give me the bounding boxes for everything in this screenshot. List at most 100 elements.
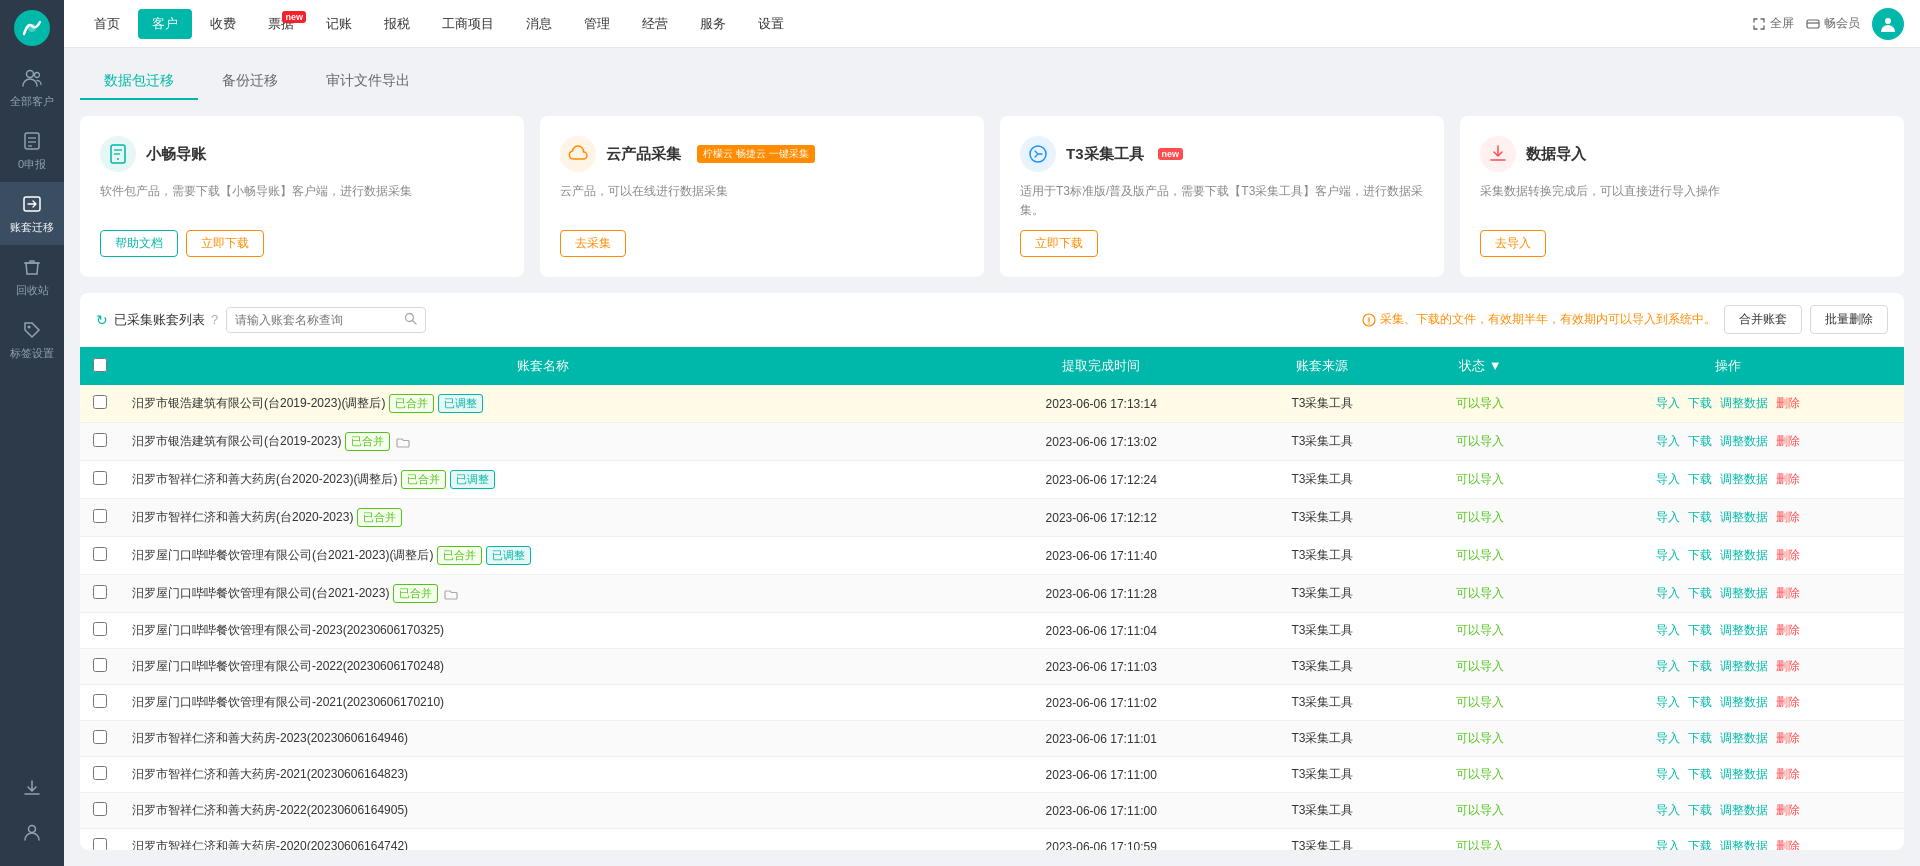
nav-invoice[interactable]: 票据 new bbox=[254, 9, 308, 39]
action-下载-10[interactable]: 下载 bbox=[1688, 767, 1712, 781]
nav-clients[interactable]: 客户 bbox=[138, 9, 192, 39]
nav-operations[interactable]: 经营 bbox=[628, 9, 682, 39]
nav-settings[interactable]: 设置 bbox=[744, 9, 798, 39]
sidebar-item-trash[interactable]: 回收站 bbox=[0, 245, 64, 308]
app-logo[interactable] bbox=[12, 8, 52, 48]
row-7-checkbox[interactable] bbox=[93, 658, 107, 672]
nav-fees[interactable]: 收费 bbox=[196, 9, 250, 39]
action-下载-7[interactable]: 下载 bbox=[1688, 659, 1712, 673]
help-icon[interactable]: ? bbox=[211, 312, 218, 327]
action-删除-11[interactable]: 删除 bbox=[1776, 803, 1800, 817]
action-调整数据-7[interactable]: 调整数据 bbox=[1720, 659, 1768, 673]
row-6-checkbox[interactable] bbox=[93, 622, 107, 636]
col-status[interactable]: 状态 ▼ bbox=[1408, 347, 1552, 385]
action-调整数据-3[interactable]: 调整数据 bbox=[1720, 510, 1768, 524]
action-下载-5[interactable]: 下载 bbox=[1688, 586, 1712, 600]
row-9-checkbox[interactable] bbox=[93, 730, 107, 744]
row-11-checkbox[interactable] bbox=[93, 802, 107, 816]
nav-business[interactable]: 工商项目 bbox=[428, 9, 508, 39]
action-下载-1[interactable]: 下载 bbox=[1688, 434, 1712, 448]
action-删除-10[interactable]: 删除 bbox=[1776, 767, 1800, 781]
merge-accounts-btn[interactable]: 合并账套 bbox=[1724, 305, 1802, 334]
search-button[interactable] bbox=[396, 308, 425, 332]
row-0-checkbox[interactable] bbox=[93, 395, 107, 409]
nav-accounting[interactable]: 记账 bbox=[312, 9, 366, 39]
action-下载-6[interactable]: 下载 bbox=[1688, 623, 1712, 637]
action-下载-8[interactable]: 下载 bbox=[1688, 695, 1712, 709]
col-time[interactable]: 提取完成时间 bbox=[966, 347, 1237, 385]
row-8-checkbox[interactable] bbox=[93, 694, 107, 708]
action-调整数据-2[interactable]: 调整数据 bbox=[1720, 472, 1768, 486]
action-下载-3[interactable]: 下载 bbox=[1688, 510, 1712, 524]
refresh-icon[interactable]: ↻ bbox=[96, 312, 108, 328]
sidebar-item-account-migration[interactable]: 账套迁移 bbox=[0, 182, 64, 245]
col-name[interactable]: 账套名称 bbox=[120, 347, 966, 385]
action-下载-4[interactable]: 下载 bbox=[1688, 548, 1712, 562]
xiaochang-download-btn[interactable]: 立即下载 bbox=[186, 230, 264, 257]
nav-services[interactable]: 服务 bbox=[686, 9, 740, 39]
action-导入-3[interactable]: 导入 bbox=[1656, 510, 1680, 524]
nav-home[interactable]: 首页 bbox=[80, 9, 134, 39]
nav-manage[interactable]: 管理 bbox=[570, 9, 624, 39]
row-1-checkbox[interactable] bbox=[93, 433, 107, 447]
action-调整数据-11[interactable]: 调整数据 bbox=[1720, 803, 1768, 817]
action-导入-7[interactable]: 导入 bbox=[1656, 659, 1680, 673]
batch-delete-btn[interactable]: 批量删除 bbox=[1810, 305, 1888, 334]
action-下载-9[interactable]: 下载 bbox=[1688, 731, 1712, 745]
action-删除-0[interactable]: 删除 bbox=[1776, 396, 1800, 410]
col-source[interactable]: 账套来源 bbox=[1237, 347, 1409, 385]
action-调整数据-6[interactable]: 调整数据 bbox=[1720, 623, 1768, 637]
fullscreen-btn[interactable]: 全屏 bbox=[1752, 15, 1794, 32]
xiaochang-help-btn[interactable]: 帮助文档 bbox=[100, 230, 178, 257]
action-删除-9[interactable]: 删除 bbox=[1776, 731, 1800, 745]
action-下载-12[interactable]: 下载 bbox=[1688, 839, 1712, 850]
row-3-checkbox[interactable] bbox=[93, 509, 107, 523]
row-2-checkbox[interactable] bbox=[93, 471, 107, 485]
sidebar-item-all-clients[interactable]: 全部客户 bbox=[0, 56, 64, 119]
nav-messages[interactable]: 消息 bbox=[512, 9, 566, 39]
action-删除-7[interactable]: 删除 bbox=[1776, 659, 1800, 673]
action-导入-1[interactable]: 导入 bbox=[1656, 434, 1680, 448]
action-导入-0[interactable]: 导入 bbox=[1656, 396, 1680, 410]
action-导入-12[interactable]: 导入 bbox=[1656, 839, 1680, 850]
row-4-checkbox[interactable] bbox=[93, 547, 107, 561]
action-导入-4[interactable]: 导入 bbox=[1656, 548, 1680, 562]
action-删除-2[interactable]: 删除 bbox=[1776, 472, 1800, 486]
action-导入-2[interactable]: 导入 bbox=[1656, 472, 1680, 486]
action-调整数据-12[interactable]: 调整数据 bbox=[1720, 839, 1768, 850]
action-导入-5[interactable]: 导入 bbox=[1656, 586, 1680, 600]
select-all-checkbox[interactable] bbox=[93, 358, 107, 372]
action-删除-5[interactable]: 删除 bbox=[1776, 586, 1800, 600]
sidebar-item-download[interactable] bbox=[16, 766, 48, 810]
row-12-checkbox[interactable] bbox=[93, 838, 107, 850]
cloud-badge[interactable]: 柠檬云 畅捷云 一键采集 bbox=[697, 145, 815, 163]
action-调整数据-10[interactable]: 调整数据 bbox=[1720, 767, 1768, 781]
cloud-collect-btn[interactable]: 去采集 bbox=[560, 230, 626, 257]
action-导入-6[interactable]: 导入 bbox=[1656, 623, 1680, 637]
action-调整数据-5[interactable]: 调整数据 bbox=[1720, 586, 1768, 600]
sidebar-item-user-settings[interactable] bbox=[16, 810, 48, 854]
action-下载-2[interactable]: 下载 bbox=[1688, 472, 1712, 486]
action-删除-1[interactable]: 删除 bbox=[1776, 434, 1800, 448]
import-go-btn[interactable]: 去导入 bbox=[1480, 230, 1546, 257]
action-下载-11[interactable]: 下载 bbox=[1688, 803, 1712, 817]
tab-backup-migration[interactable]: 备份迁移 bbox=[198, 64, 302, 100]
action-删除-3[interactable]: 删除 bbox=[1776, 510, 1800, 524]
sidebar-item-zero-declare[interactable]: 0申报 bbox=[0, 119, 64, 182]
action-导入-9[interactable]: 导入 bbox=[1656, 731, 1680, 745]
action-导入-8[interactable]: 导入 bbox=[1656, 695, 1680, 709]
action-删除-8[interactable]: 删除 bbox=[1776, 695, 1800, 709]
sidebar-item-tag-settings[interactable]: 标签设置 bbox=[0, 308, 64, 371]
action-调整数据-9[interactable]: 调整数据 bbox=[1720, 731, 1768, 745]
action-删除-4[interactable]: 删除 bbox=[1776, 548, 1800, 562]
action-下载-0[interactable]: 下载 bbox=[1688, 396, 1712, 410]
action-调整数据-8[interactable]: 调整数据 bbox=[1720, 695, 1768, 709]
tab-audit-export[interactable]: 审计文件导出 bbox=[302, 64, 434, 100]
action-调整数据-4[interactable]: 调整数据 bbox=[1720, 548, 1768, 562]
action-调整数据-1[interactable]: 调整数据 bbox=[1720, 434, 1768, 448]
search-input[interactable] bbox=[227, 309, 396, 331]
action-删除-12[interactable]: 删除 bbox=[1776, 839, 1800, 850]
row-5-checkbox[interactable] bbox=[93, 585, 107, 599]
tab-data-migration[interactable]: 数据包迁移 bbox=[80, 64, 198, 100]
user-avatar[interactable] bbox=[1872, 8, 1904, 40]
